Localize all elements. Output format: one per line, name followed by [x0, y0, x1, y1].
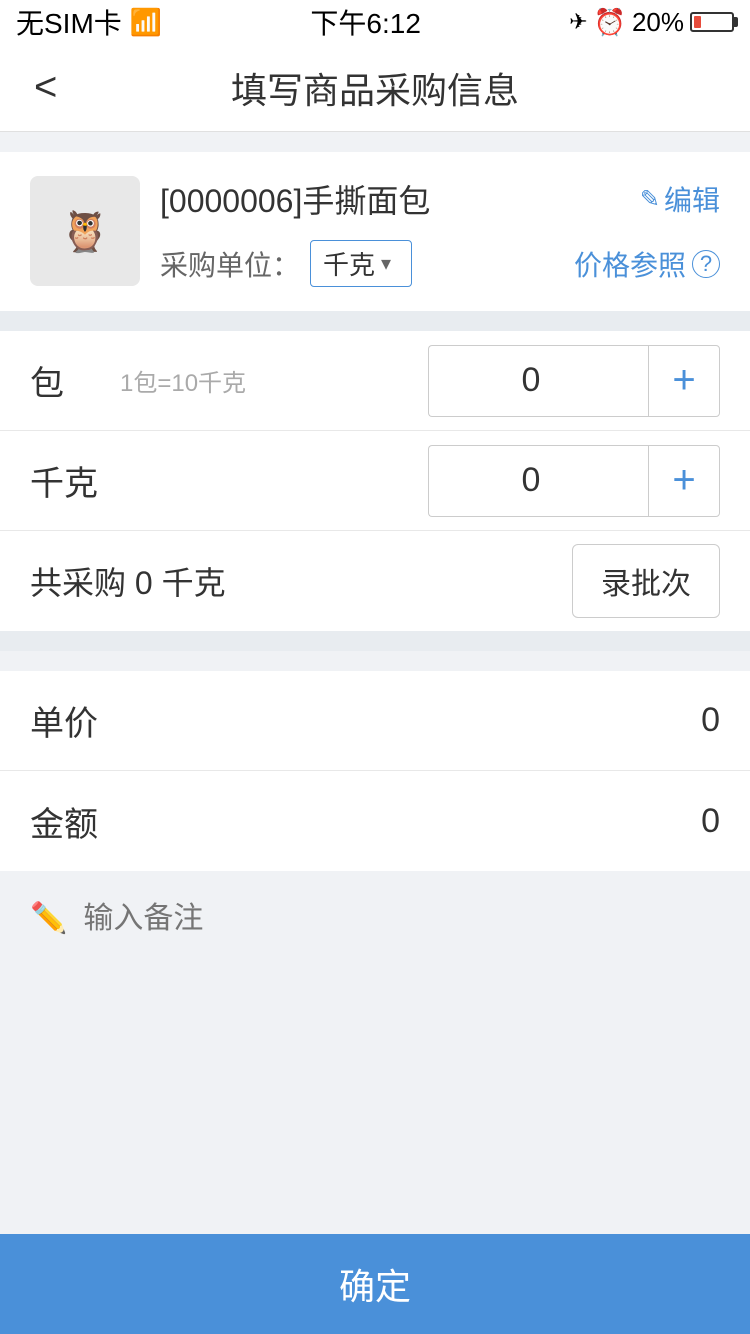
edit-label: 编辑: [664, 179, 720, 219]
summary-row: 共采购 0 千克 录批次: [0, 531, 750, 631]
nav-bar: < 填写商品采购信息: [0, 44, 750, 132]
batch-button[interactable]: 录批次: [572, 544, 720, 618]
kg-input-right: +: [428, 445, 720, 517]
product-name-row: [0000006]手撕面包 ✎ 编辑: [160, 176, 720, 222]
pencil-icon: ✏️: [30, 901, 67, 936]
carrier-label: 无SIM卡: [16, 2, 122, 42]
amount-label: 金额: [30, 797, 98, 846]
bag-input-right: +: [428, 345, 720, 417]
section-separator-2: [0, 631, 750, 651]
unit-value: 千克: [323, 245, 375, 282]
battery-icon: [690, 12, 734, 32]
bag-plus-button[interactable]: +: [648, 345, 720, 417]
help-icon: ?: [692, 250, 720, 278]
time-label: 下午6:12: [310, 2, 421, 42]
amount-value: 0: [701, 802, 720, 841]
notes-section: ✏️: [0, 871, 750, 966]
price-ref-link[interactable]: 价格参照 ?: [574, 244, 720, 284]
edit-link[interactable]: ✎ 编辑: [640, 179, 720, 219]
product-card: 🦉 [0000006]手撕面包 ✎ 编辑 采购单位： 千克 ▾ 价格参照 ?: [0, 152, 750, 311]
purchase-unit-label: 采购单位：: [160, 244, 300, 284]
bag-sublabel: 1包=10千克: [120, 363, 428, 398]
section-separator-1: [0, 311, 750, 331]
product-thumb-icon: 🦉: [60, 208, 110, 255]
summary-text: 共采购 0 千克: [30, 558, 226, 604]
edit-icon: ✎: [640, 185, 660, 214]
unit-price-value: 0: [701, 701, 720, 740]
kg-label: 千克: [30, 456, 110, 505]
alarm-icon: ⏰: [594, 7, 626, 38]
battery-percent: 20%: [632, 7, 684, 38]
info-section: 单价 0 金额 0: [0, 671, 750, 871]
product-thumbnail: 🦉: [30, 176, 140, 286]
product-info: [0000006]手撕面包 ✎ 编辑 采购单位： 千克 ▾ 价格参照 ?: [160, 176, 720, 287]
kg-plus-button[interactable]: +: [648, 445, 720, 517]
empty-area: [0, 966, 750, 1246]
battery-fill: [694, 16, 701, 28]
purchase-unit-row: 采购单位： 千克 ▾ 价格参照 ?: [160, 240, 720, 287]
status-left: 无SIM卡 📶: [16, 2, 162, 42]
location-icon: ✈: [569, 9, 587, 35]
price-ref-label: 价格参照: [574, 244, 686, 284]
input-section: 包 1包=10千克 + 千克 +: [0, 331, 750, 531]
unit-select[interactable]: 千克 ▾: [310, 240, 412, 287]
confirm-button[interactable]: 确定: [0, 1234, 750, 1334]
product-name: [0000006]手撕面包: [160, 176, 430, 222]
page-title: 填写商品采购信息: [231, 62, 519, 114]
wifi-icon: 📶: [130, 7, 162, 38]
chevron-down-icon: ▾: [381, 251, 391, 276]
status-right: ✈ ⏰ 20%: [569, 7, 734, 38]
notes-input[interactable]: [83, 902, 720, 936]
unit-price-label: 单价: [30, 696, 98, 745]
amount-row: 金额 0: [0, 771, 750, 871]
kg-input-row: 千克 +: [0, 431, 750, 531]
back-button[interactable]: <: [24, 55, 67, 120]
unit-price-row: 单价 0: [0, 671, 750, 771]
bag-input-row: 包 1包=10千克 +: [0, 331, 750, 431]
bag-quantity-input[interactable]: [428, 345, 648, 417]
bag-label: 包: [30, 356, 110, 405]
kg-quantity-input[interactable]: [428, 445, 648, 517]
confirm-button-label: 确定: [339, 1258, 411, 1310]
status-bar: 无SIM卡 📶 下午6:12 ✈ ⏰ 20%: [0, 0, 750, 44]
